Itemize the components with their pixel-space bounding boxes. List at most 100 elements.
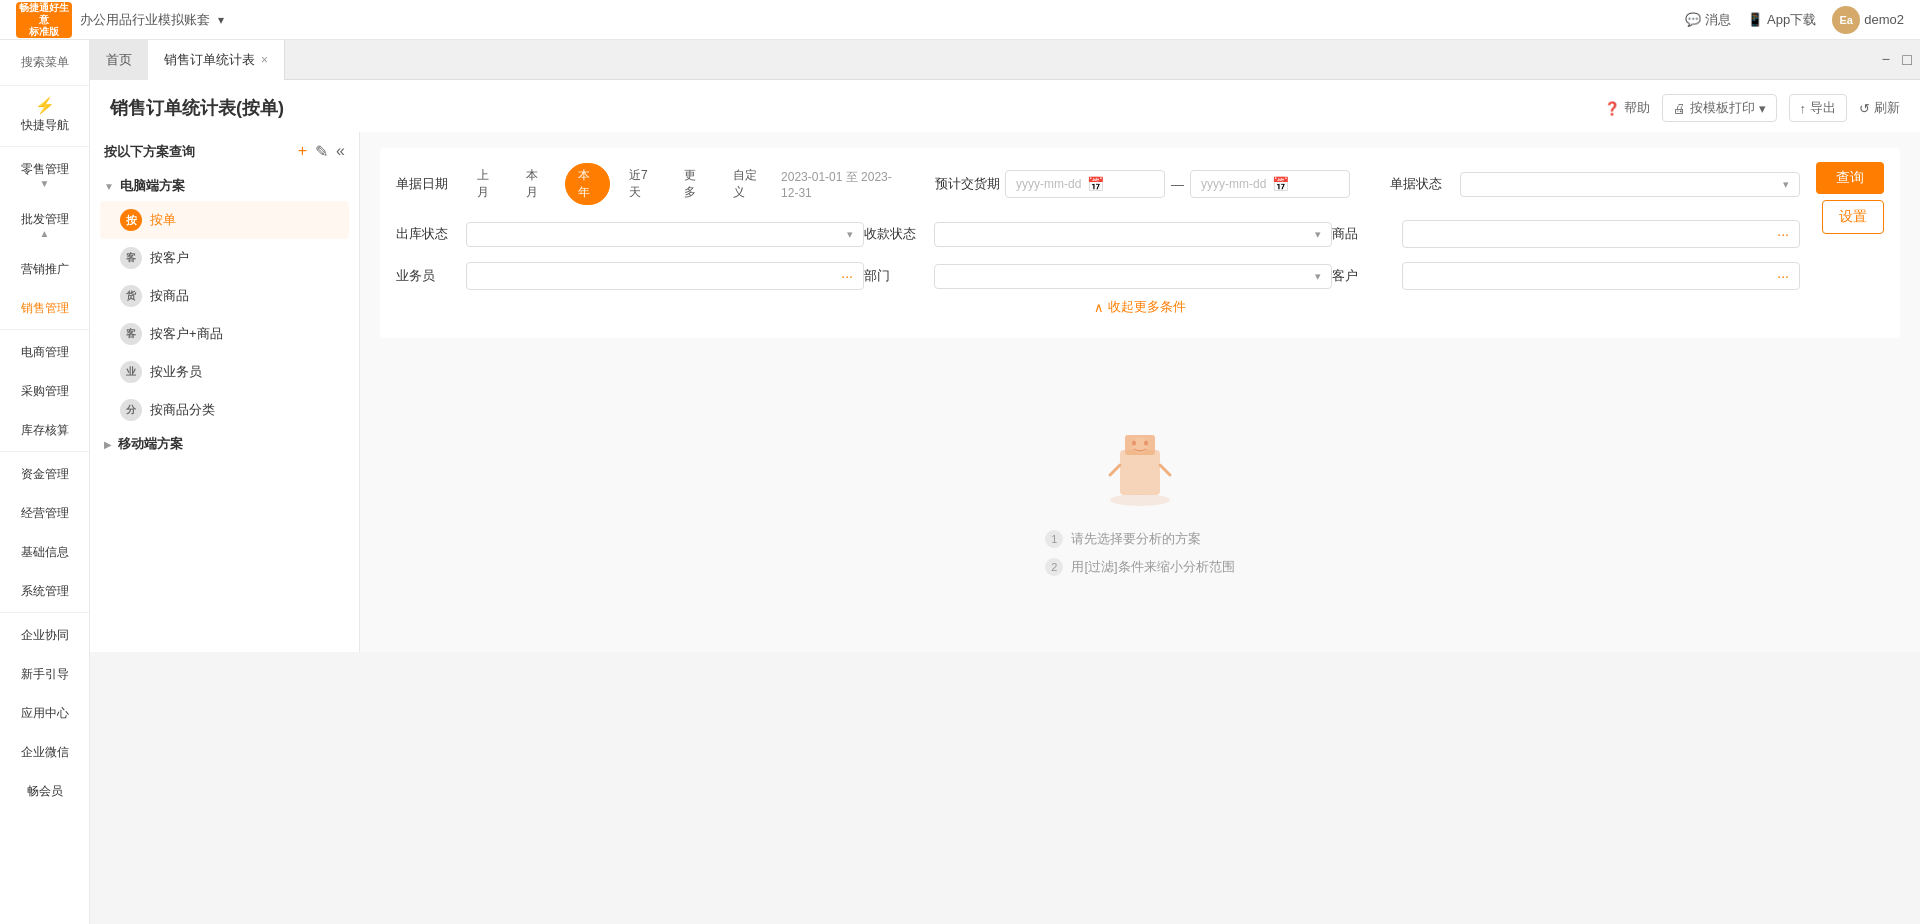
mobile-group-label: 移动端方案 bbox=[118, 435, 183, 453]
mobile-group-header[interactable]: ▶ 移动端方案 bbox=[100, 429, 349, 459]
scheme-item-5[interactable]: 分 按商品分类 bbox=[100, 391, 349, 429]
settings-btn[interactable]: 设置 bbox=[1822, 200, 1884, 234]
date-btn-thismonth[interactable]: 本月 bbox=[515, 162, 556, 206]
export-btn[interactable]: ↑ 导出 bbox=[1789, 94, 1848, 122]
sidebar-item-appcenter[interactable]: 应用中心 bbox=[0, 693, 89, 732]
date-btn-more[interactable]: 更多 bbox=[673, 162, 714, 206]
scheme-label-5: 按商品分类 bbox=[150, 401, 215, 419]
svg-line-7 bbox=[1160, 465, 1170, 475]
add-scheme-btn[interactable]: + bbox=[298, 142, 307, 161]
expected-date-range: yyyy-mm-dd 📅 — yyyy-mm-dd 📅 bbox=[1005, 170, 1350, 198]
nav-icon: ⚡ bbox=[35, 96, 55, 115]
salesperson-dots[interactable]: ··· bbox=[841, 268, 853, 284]
content-area: 首页 销售订单统计表 × － □ 销售订单统计表(按单) ❓ bbox=[90, 40, 1920, 924]
sidebar-item-ecommerce[interactable]: 电商管理 bbox=[0, 332, 89, 371]
sidebar-item-finance[interactable]: 资金管理 bbox=[0, 454, 89, 493]
window-maximize-btn[interactable]: □ bbox=[1902, 51, 1912, 69]
help-icon: ❓ bbox=[1604, 101, 1620, 116]
sidebar-item-quicknav[interactable]: ⚡ 快捷导航 bbox=[0, 86, 89, 144]
sidebar-item-member[interactable]: 畅会员 bbox=[0, 771, 89, 810]
date-btn-custom[interactable]: 自定义 bbox=[722, 162, 773, 206]
mobile-arrow-icon: ▶ bbox=[104, 439, 112, 450]
department-select[interactable]: ▾ bbox=[934, 264, 1332, 289]
user-avatar[interactable]: Ea demo2 bbox=[1832, 6, 1904, 34]
scheme-group-header[interactable]: ▼ 电脑端方案 bbox=[100, 171, 349, 201]
status-select[interactable]: ▾ bbox=[1460, 172, 1800, 197]
sidebar-item-marketing[interactable]: 营销推广 bbox=[0, 249, 89, 288]
page-header: 销售订单统计表(按单) ❓ 帮助 🖨 按模板打印 ▾ ↑ bbox=[90, 80, 1920, 132]
empty-state: 1 请先选择要分析的方案 2 用[过滤]条件来缩小分析范围 bbox=[380, 350, 1900, 636]
right-panel: 单据日期 上月 本月 本年 近7天 更多 自定义 bbox=[360, 132, 1920, 652]
sales-label: 销售管理 bbox=[21, 300, 69, 317]
customer-dots[interactable]: ··· bbox=[1777, 268, 1789, 284]
sidebar-item-sales[interactable]: 销售管理 bbox=[0, 288, 89, 327]
delivery-select[interactable]: ▾ bbox=[466, 222, 864, 247]
tab-sales-stats[interactable]: 销售订单统计表 × bbox=[148, 40, 285, 80]
refresh-btn[interactable]: ↺ 刷新 bbox=[1859, 99, 1900, 117]
goods-select[interactable]: ··· bbox=[1402, 220, 1800, 248]
scheme-icon-4: 业 bbox=[120, 361, 142, 383]
scheme-item-1[interactable]: 客 按客户 bbox=[100, 239, 349, 277]
logo: 畅捷通好生意标准版 bbox=[16, 2, 72, 38]
query-btn[interactable]: 查询 bbox=[1816, 162, 1884, 194]
scheme-item-0[interactable]: 按 按单 bbox=[100, 201, 349, 239]
collapse-label: 收起更多条件 bbox=[1108, 298, 1186, 316]
date-btn-7days[interactable]: 近7天 bbox=[618, 162, 665, 206]
delivery-label: 出库状态 bbox=[396, 225, 466, 243]
scheme-icon-2: 货 bbox=[120, 285, 142, 307]
scheme-label-1: 按客户 bbox=[150, 249, 189, 267]
message-btn[interactable]: 💬 消息 bbox=[1685, 11, 1731, 29]
salesperson-select[interactable]: ··· bbox=[466, 262, 864, 290]
print-btn[interactable]: 🖨 按模板打印 ▾ bbox=[1662, 94, 1777, 122]
customer-filter: 客户 ··· bbox=[1332, 262, 1800, 290]
sidebar-item-sysadmin[interactable]: 系统管理 bbox=[0, 571, 89, 610]
sidebar-item-newbie[interactable]: 新手引导 bbox=[0, 654, 89, 693]
empty-illustration bbox=[1090, 410, 1190, 510]
scheme-item-3[interactable]: 客 按客户+商品 bbox=[100, 315, 349, 353]
two-panel: 按以下方案查询 + ✎ « ▼ 电脑端方案 bbox=[90, 132, 1920, 652]
left-panel-title: 按以下方案查询 bbox=[104, 143, 195, 161]
export-icon: ↑ bbox=[1800, 101, 1807, 116]
corpwechat-label: 企业微信 bbox=[21, 744, 69, 761]
date-btn-lastmonth[interactable]: 上月 bbox=[466, 162, 507, 206]
sidebar-item-inventory[interactable]: 库存核算 bbox=[0, 410, 89, 449]
svg-line-6 bbox=[1110, 465, 1120, 475]
calendar-icon-2: 📅 bbox=[1272, 176, 1289, 192]
top-bar-right: 💬 消息 📱 App下载 Ea demo2 bbox=[1685, 6, 1904, 34]
scheme-item-2[interactable]: 货 按商品 bbox=[100, 277, 349, 315]
date-btn-thisyear[interactable]: 本年 bbox=[565, 163, 610, 205]
app-download-btn[interactable]: 📱 App下载 bbox=[1747, 11, 1816, 29]
edit-scheme-btn[interactable]: ✎ bbox=[315, 142, 328, 161]
sidebar-item-retail[interactable]: 零售管理 ▼ bbox=[0, 149, 89, 199]
goods-dots[interactable]: ··· bbox=[1777, 226, 1789, 242]
page-inner: 销售订单统计表(按单) ❓ 帮助 🖨 按模板打印 ▾ ↑ bbox=[90, 80, 1920, 652]
search-menu-btn[interactable]: 搜索菜单 bbox=[8, 50, 81, 75]
sidebar-item-purchase[interactable]: 采购管理 bbox=[0, 371, 89, 410]
left-panel: 按以下方案查询 + ✎ « ▼ 电脑端方案 bbox=[90, 132, 360, 652]
retail-label: 零售管理 bbox=[21, 161, 69, 178]
sidebar-item-basicinfo[interactable]: 基础信息 bbox=[0, 532, 89, 571]
window-minimize-btn[interactable]: － bbox=[1878, 49, 1894, 70]
filter-section: 单据日期 上月 本月 本年 近7天 更多 自定义 bbox=[380, 148, 1900, 338]
collapse-panel-btn[interactable]: « bbox=[336, 142, 345, 161]
scheme-item-4[interactable]: 业 按业务员 bbox=[100, 353, 349, 391]
tab-home[interactable]: 首页 bbox=[90, 40, 148, 80]
sidebar-item-ops[interactable]: 经营管理 bbox=[0, 493, 89, 532]
sidebar-item-corpwechat[interactable]: 企业微信 bbox=[0, 732, 89, 771]
customer-select[interactable]: ··· bbox=[1402, 262, 1800, 290]
sidebar-item-wholesale[interactable]: 批发管理 ▲ bbox=[0, 199, 89, 249]
scheme-label-3: 按客户+商品 bbox=[150, 325, 223, 343]
help-btn[interactable]: ❓ 帮助 bbox=[1604, 99, 1650, 117]
sidebar-item-cooperation[interactable]: 企业协同 bbox=[0, 615, 89, 654]
scheme-icon-3: 客 bbox=[120, 323, 142, 345]
title-dropdown[interactable]: ▾ bbox=[218, 13, 224, 27]
tab-close-btn[interactable]: × bbox=[261, 53, 268, 67]
ecommerce-label: 电商管理 bbox=[21, 344, 69, 361]
payment-select[interactable]: ▾ bbox=[934, 222, 1332, 247]
tip-num-2: 2 bbox=[1045, 558, 1063, 576]
expected-date-end[interactable]: yyyy-mm-dd 📅 bbox=[1190, 170, 1350, 198]
expected-date-start[interactable]: yyyy-mm-dd 📅 bbox=[1005, 170, 1165, 198]
collapse-btn[interactable]: ∧ 收起更多条件 bbox=[396, 290, 1884, 324]
department-label: 部门 bbox=[864, 267, 934, 285]
tip-text-2: 用[过滤]条件来缩小分析范围 bbox=[1071, 558, 1234, 576]
